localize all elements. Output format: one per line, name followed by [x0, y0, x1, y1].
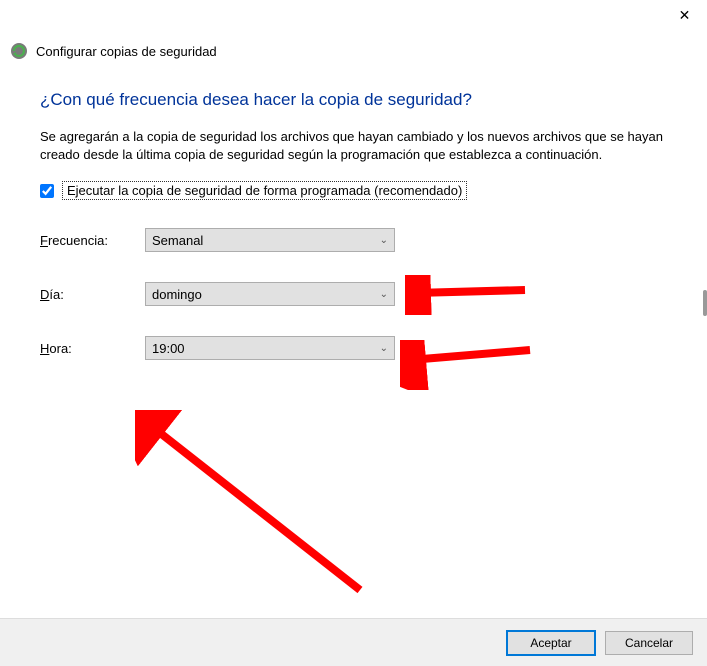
day-label: Día: [40, 287, 145, 302]
day-dropdown[interactable]: domingo ⌄ [145, 282, 395, 306]
schedule-checkbox-label[interactable]: Ejecutar la copia de seguridad de forma … [62, 181, 467, 200]
footer: Aceptar Cancelar [0, 618, 707, 666]
accept-button[interactable]: Aceptar [507, 631, 595, 655]
page-description: Se agregarán a la copia de seguridad los… [40, 128, 667, 163]
hour-dropdown[interactable]: 19:00 ⌄ [145, 336, 395, 360]
header: Configurar copias de seguridad [0, 32, 707, 60]
close-button[interactable]: ✕ [662, 0, 707, 30]
chevron-down-icon: ⌄ [380, 289, 388, 300]
chevron-down-icon: ⌄ [380, 343, 388, 354]
arrow-annotation [135, 410, 375, 600]
window-title: Configurar copias de seguridad [36, 44, 217, 59]
hour-value: 19:00 [152, 341, 185, 356]
frequency-value: Semanal [152, 233, 203, 248]
schedule-checkbox[interactable] [40, 184, 54, 198]
close-icon: ✕ [679, 7, 691, 24]
chevron-down-icon: ⌄ [380, 235, 388, 246]
scrollbar-thumb[interactable] [703, 290, 707, 316]
page-heading: ¿Con qué frecuencia desea hacer la copia… [40, 90, 667, 110]
frequency-label: Frecuencia: [40, 233, 145, 248]
backup-icon [10, 42, 28, 60]
day-value: domingo [152, 287, 202, 302]
cancel-button[interactable]: Cancelar [605, 631, 693, 655]
frequency-dropdown[interactable]: Semanal ⌄ [145, 228, 395, 252]
hour-label: Hora: [40, 341, 145, 356]
